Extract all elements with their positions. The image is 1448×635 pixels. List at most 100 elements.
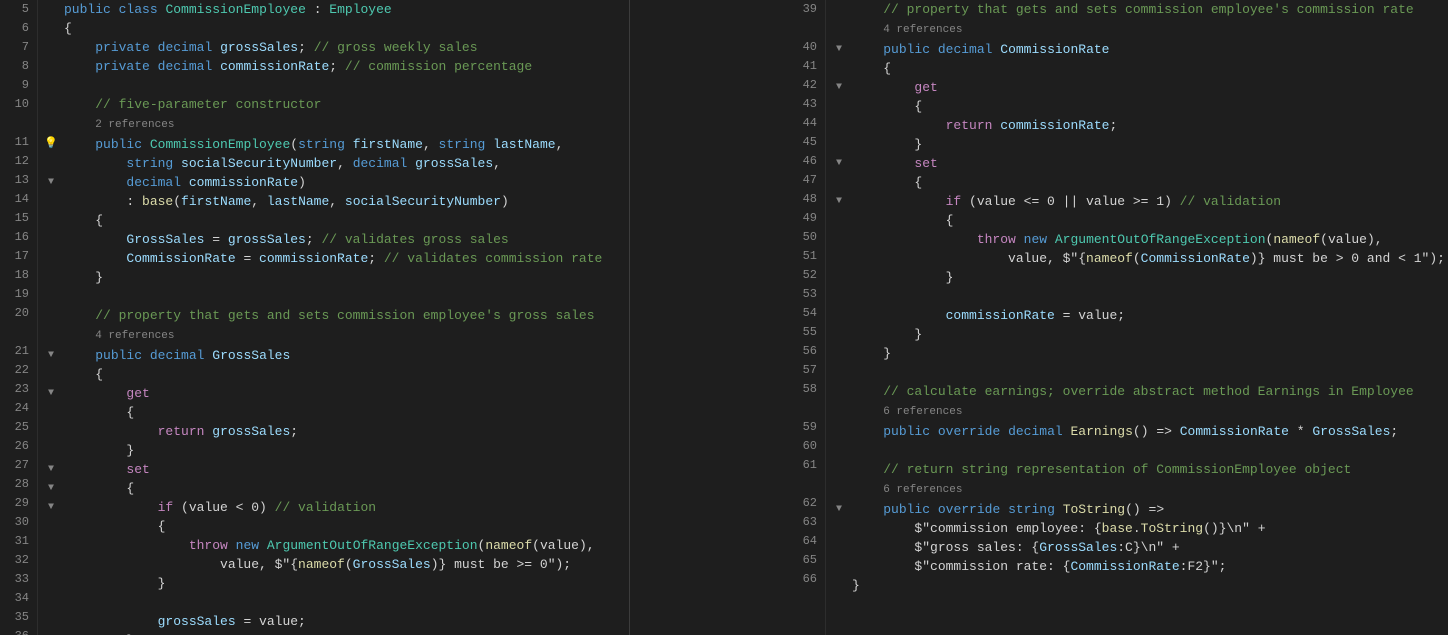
gutter-icon	[42, 555, 60, 574]
gutter-icon	[42, 230, 60, 249]
line-number: 64	[796, 532, 817, 551]
line-text: }	[60, 574, 625, 593]
line-number: 26	[8, 437, 29, 456]
line-text: 4 references	[60, 325, 625, 346]
code-line: GrossSales = grossSales; // validates gr…	[42, 230, 625, 249]
line-text: $"gross sales: {GrossSales:C}\n" +	[848, 538, 1444, 557]
line-number: 19	[8, 285, 29, 304]
gutter-icon	[830, 538, 848, 557]
gutter-icon	[830, 306, 848, 325]
line-text: {	[60, 211, 625, 230]
line-text: commissionRate = value;	[848, 306, 1444, 325]
code-line: ▼ get	[830, 78, 1444, 97]
code-line: grossSales = value;	[42, 612, 625, 631]
line-number: 20	[8, 304, 29, 323]
gutter-icon[interactable]: ▼	[830, 78, 848, 97]
line-number: 48	[796, 190, 817, 209]
line-number: 44	[796, 114, 817, 133]
gutter-icon	[830, 519, 848, 538]
line-text: 6 references	[848, 401, 1444, 422]
line-number: 32	[8, 551, 29, 570]
line-text: // property that gets and sets commissio…	[60, 306, 625, 325]
code-line	[42, 76, 625, 95]
line-number: 43	[796, 95, 817, 114]
code-line: ▼ decimal commissionRate)	[42, 173, 625, 192]
line-text: public decimal GrossSales	[60, 346, 625, 365]
line-number: 46	[796, 152, 817, 171]
gutter-icon	[42, 211, 60, 230]
line-number: 10	[8, 95, 29, 114]
gutter-icon	[830, 249, 848, 268]
line-text: value, $"{nameof(GrossSales)} must be >=…	[60, 555, 625, 574]
gutter-icon[interactable]: ▼	[42, 498, 60, 517]
line-number: 11	[8, 133, 29, 152]
line-number: 57	[796, 361, 817, 380]
line-number: ·	[796, 399, 817, 418]
code-line: // property that gets and sets commissio…	[830, 0, 1444, 19]
code-line: return commissionRate;	[830, 116, 1444, 135]
code-line: ▼ set	[42, 460, 625, 479]
right-line-numbers: 39·4041424344454647484950515253545556575…	[788, 0, 826, 635]
line-number: 53	[796, 285, 817, 304]
line-number: ·	[796, 475, 817, 494]
line-text: {	[60, 479, 625, 498]
line-text: 6 references	[848, 479, 1444, 500]
line-text: {	[60, 19, 625, 38]
code-line: ▼ get	[42, 384, 625, 403]
gutter-icon	[830, 287, 848, 306]
code-line: value, $"{nameof(CommissionRate)} must b…	[830, 249, 1444, 268]
line-text: {	[848, 97, 1444, 116]
gutter-icon[interactable]: ▼	[830, 154, 848, 173]
code-line: {	[830, 173, 1444, 192]
line-text: }	[60, 268, 625, 287]
line-text: {	[60, 517, 625, 536]
gutter-icon[interactable]: ▼	[42, 460, 60, 479]
code-line: 4 references	[42, 325, 625, 346]
gutter-icon[interactable]: ▼	[830, 40, 848, 59]
line-text: get	[848, 78, 1444, 97]
line-number: 39	[796, 0, 817, 19]
line-number: 66	[796, 570, 817, 589]
line-number: 24	[8, 399, 29, 418]
line-text: $"commission rate: {CommissionRate:F2}";	[848, 557, 1444, 576]
line-number: 21	[8, 342, 29, 361]
code-line: ▼ if (value <= 0 || value >= 1) // valid…	[830, 192, 1444, 211]
left-editor-pane: 5678910·11121314151617181920·21222324252…	[0, 0, 630, 635]
code-line: value, $"{nameof(GrossSales)} must be >=…	[42, 555, 625, 574]
code-line: public class CommissionEmployee : Employ…	[42, 0, 625, 19]
gutter-icon[interactable]: ▼	[42, 479, 60, 498]
left-code-area: 5678910·11121314151617181920·21222324252…	[0, 0, 629, 635]
gutter-icon[interactable]: ▼	[830, 500, 848, 519]
code-line: commissionRate = value;	[830, 306, 1444, 325]
code-line: $"commission rate: {CommissionRate:F2}";	[830, 557, 1444, 576]
line-number: ·	[8, 114, 29, 133]
gutter-icon[interactable]: ▼	[42, 346, 60, 365]
code-line	[830, 287, 1444, 306]
code-line: {	[42, 211, 625, 230]
line-text: // property that gets and sets commissio…	[848, 0, 1444, 19]
line-text: public class CommissionEmployee : Employ…	[60, 0, 625, 19]
line-text: public CommissionEmployee(string firstNa…	[60, 135, 625, 154]
code-line: ▼ public decimal CommissionRate	[830, 40, 1444, 59]
line-number: 8	[8, 57, 29, 76]
gutter-icon	[42, 38, 60, 57]
gutter-icon	[830, 576, 848, 595]
line-text: }	[848, 325, 1444, 344]
gutter-icon[interactable]: 💡	[42, 135, 60, 154]
line-text: return grossSales;	[60, 422, 625, 441]
gutter-icon	[830, 382, 848, 401]
line-text: throw new ArgumentOutOfRangeException(na…	[60, 536, 625, 555]
code-line: {	[42, 365, 625, 384]
gutter-icon[interactable]: ▼	[42, 384, 60, 403]
line-text: decimal commissionRate)	[60, 173, 625, 192]
line-text: {	[60, 365, 625, 384]
gutter-icon	[42, 95, 60, 114]
line-number: ·	[8, 323, 29, 342]
gutter-icon[interactable]: ▼	[42, 173, 60, 192]
code-line	[42, 287, 625, 306]
line-number: 45	[796, 133, 817, 152]
code-line: throw new ArgumentOutOfRangeException(na…	[830, 230, 1444, 249]
line-text: set	[848, 154, 1444, 173]
gutter-icon[interactable]: ▼	[830, 192, 848, 211]
line-text: private decimal commissionRate; // commi…	[60, 57, 625, 76]
